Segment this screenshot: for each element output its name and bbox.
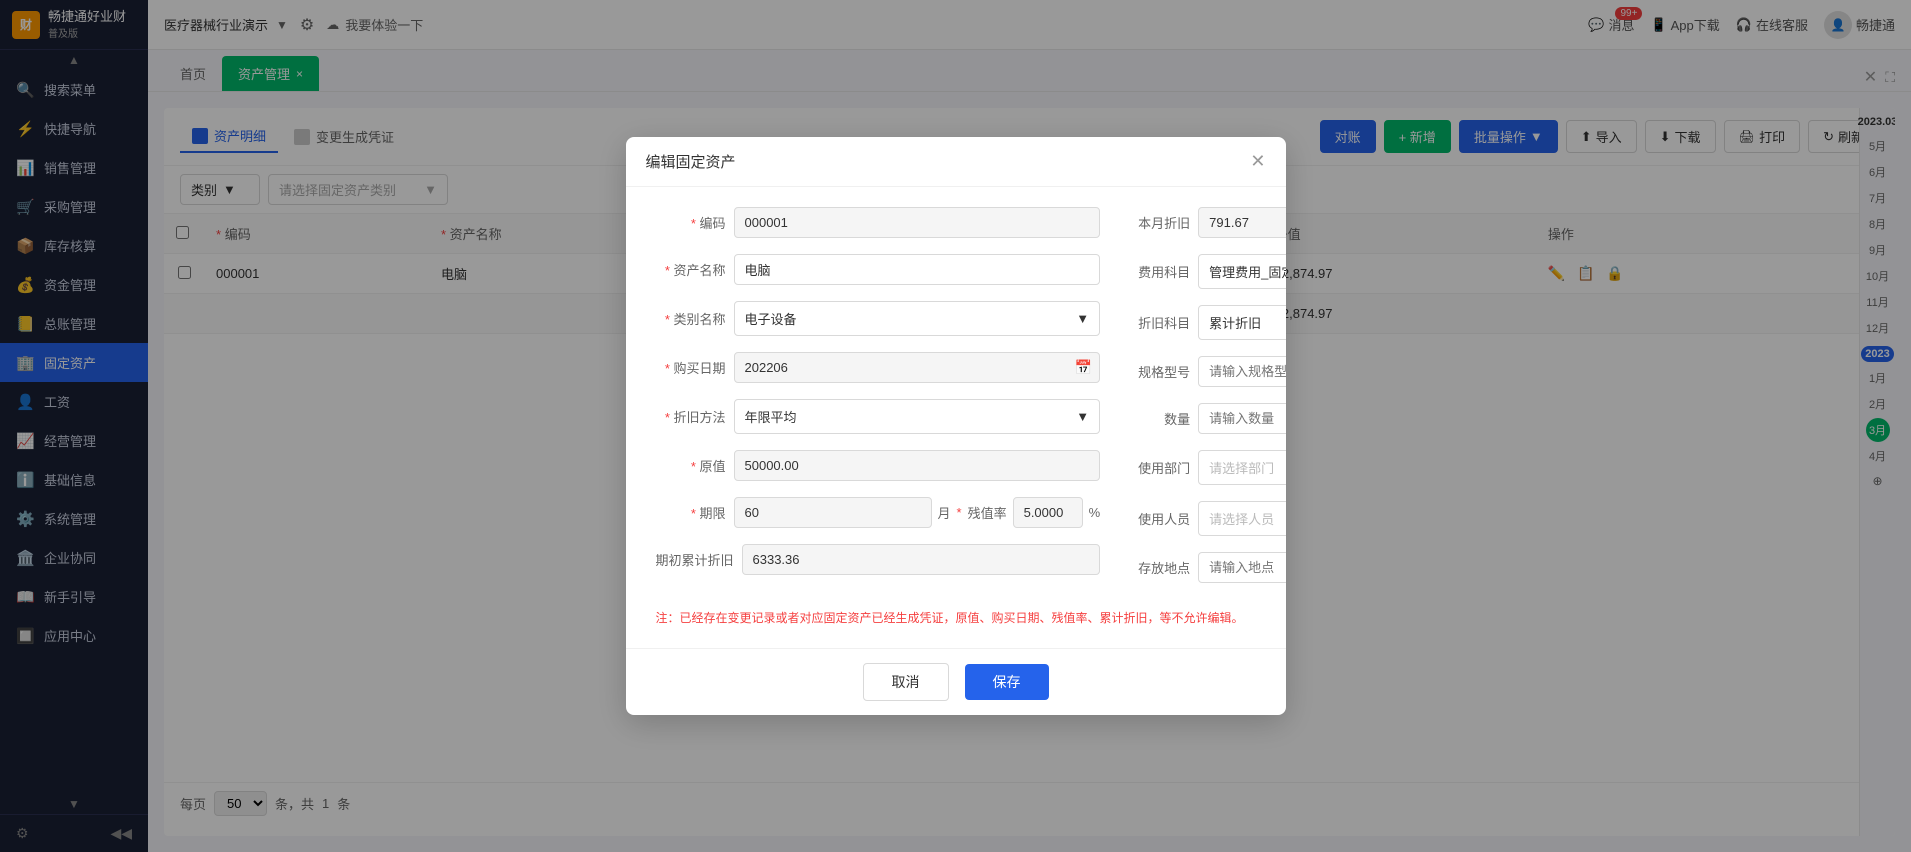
save-button[interactable]: 保存	[965, 664, 1049, 700]
expense-subject-value: 管理费用_固定资产折旧	[1209, 262, 1285, 281]
department-select[interactable]: 请选择部门 ▼	[1198, 450, 1285, 485]
period-input[interactable]	[734, 497, 932, 528]
category-label: 类别名称	[656, 309, 726, 328]
modal-footer: 取消 保存	[626, 648, 1286, 715]
code-input[interactable]	[734, 207, 1101, 238]
residual-rate-unit: %	[1089, 505, 1101, 520]
depreciation-method-select[interactable]: 年限平均 ▼	[734, 399, 1101, 434]
expense-subject-label: 费用科目	[1120, 262, 1190, 281]
form-col-right: 本月折旧 费用科目 管理费用_固定资产折旧 ▼ 折旧科目	[1110, 207, 1285, 599]
initial-depreciation-input[interactable]	[742, 544, 1101, 575]
location-label: 存放地点	[1120, 558, 1190, 577]
form-field-depreciation-subject: 折旧科目 累计折旧 ▼	[1120, 305, 1285, 340]
period-unit: 月	[938, 503, 951, 522]
modal-header: 编辑固定资产 ✕	[626, 137, 1286, 187]
quantity-input[interactable]	[1198, 403, 1285, 434]
period-label: 期限	[656, 503, 726, 522]
form-field-name: 资产名称	[656, 254, 1101, 285]
form-field-original-value: 原值	[656, 450, 1101, 481]
initial-depreciation-label: 期初累计折旧	[656, 550, 734, 569]
user-select[interactable]: 请选择人员 ▼	[1198, 501, 1285, 536]
form-field-expense-subject: 费用科目 管理费用_固定资产折旧 ▼	[1120, 254, 1285, 289]
depreciation-subject-value: 累计折旧	[1209, 313, 1261, 332]
form-field-monthly-depreciation: 本月折旧	[1120, 207, 1285, 238]
modal-title: 编辑固定资产	[646, 151, 736, 172]
form-field-depreciation-method: 折旧方法 年限平均 ▼	[656, 399, 1101, 434]
purchase-date-label: 购买日期	[656, 358, 726, 377]
location-input[interactable]	[1198, 552, 1285, 583]
method-chevron-icon: ▼	[1076, 409, 1089, 424]
monthly-depreciation-label: 本月折旧	[1120, 213, 1190, 232]
user-label: 使用人员	[1120, 509, 1190, 528]
category-value: 电子设备	[745, 309, 797, 328]
code-label: 编码	[656, 213, 726, 232]
cancel-button[interactable]: 取消	[863, 663, 949, 701]
modal-close-icon[interactable]: ✕	[1250, 151, 1265, 172]
form-field-category: 类别名称 电子设备 ▼	[656, 301, 1101, 336]
category-chevron-icon: ▼	[1076, 311, 1089, 326]
expense-subject-select[interactable]: 管理费用_固定资产折旧 ▼	[1198, 254, 1285, 289]
form-field-initial-depreciation: 期初累计折旧	[656, 544, 1101, 575]
name-label: 资产名称	[656, 260, 726, 279]
monthly-depreciation-input	[1198, 207, 1285, 238]
user-placeholder: 请选择人员	[1209, 509, 1274, 528]
form-field-period: 期限 月 * 残值率 %	[656, 497, 1101, 528]
modal-body: 编码 资产名称 类别名称 电子设备 ▼	[626, 187, 1286, 648]
period-group: 月 * 残值率 %	[734, 497, 1101, 528]
spec-label: 规格型号	[1120, 362, 1190, 381]
depreciation-subject-label: 折旧科目	[1120, 313, 1190, 332]
form-field-location: 存放地点	[1120, 552, 1285, 583]
form-field-department: 使用部门 请选择部门 ▼	[1120, 450, 1285, 485]
residual-rate-input[interactable]	[1013, 497, 1083, 528]
original-value-input[interactable]	[734, 450, 1101, 481]
name-input[interactable]	[734, 254, 1101, 285]
spec-input[interactable]	[1198, 356, 1285, 387]
form-col-left: 编码 资产名称 类别名称 电子设备 ▼	[646, 207, 1111, 599]
edit-asset-modal: 编辑固定资产 ✕ 编码 资产名称	[626, 137, 1286, 715]
residual-rate-label: 残值率	[968, 503, 1007, 522]
form-field-user: 使用人员 请选择人员 ▼	[1120, 501, 1285, 536]
department-placeholder: 请选择部门	[1209, 458, 1274, 477]
form-field-purchase-date: 购买日期 📅	[656, 352, 1101, 383]
department-label: 使用部门	[1120, 458, 1190, 477]
original-value-label: 原值	[656, 456, 726, 475]
depreciation-subject-select[interactable]: 累计折旧 ▼	[1198, 305, 1285, 340]
purchase-date-input[interactable]	[734, 352, 1101, 383]
modal-note: 注：已经存在变更记录或者对应固定资产已经生成凭证，原值、购买日期、残值率、累计折…	[646, 599, 1266, 628]
form-field-quantity: 数量	[1120, 403, 1285, 434]
category-select[interactable]: 电子设备 ▼	[734, 301, 1101, 336]
form-field-code: 编码	[656, 207, 1101, 238]
form-grid: 编码 资产名称 类别名称 电子设备 ▼	[646, 207, 1266, 599]
depreciation-method-value: 年限平均	[745, 407, 797, 426]
calendar-icon: 📅	[1075, 359, 1092, 376]
depreciation-method-label: 折旧方法	[656, 407, 726, 426]
modal-overlay: 编辑固定资产 ✕ 编码 资产名称	[0, 0, 1911, 852]
quantity-label: 数量	[1120, 409, 1190, 428]
form-field-spec: 规格型号	[1120, 356, 1285, 387]
